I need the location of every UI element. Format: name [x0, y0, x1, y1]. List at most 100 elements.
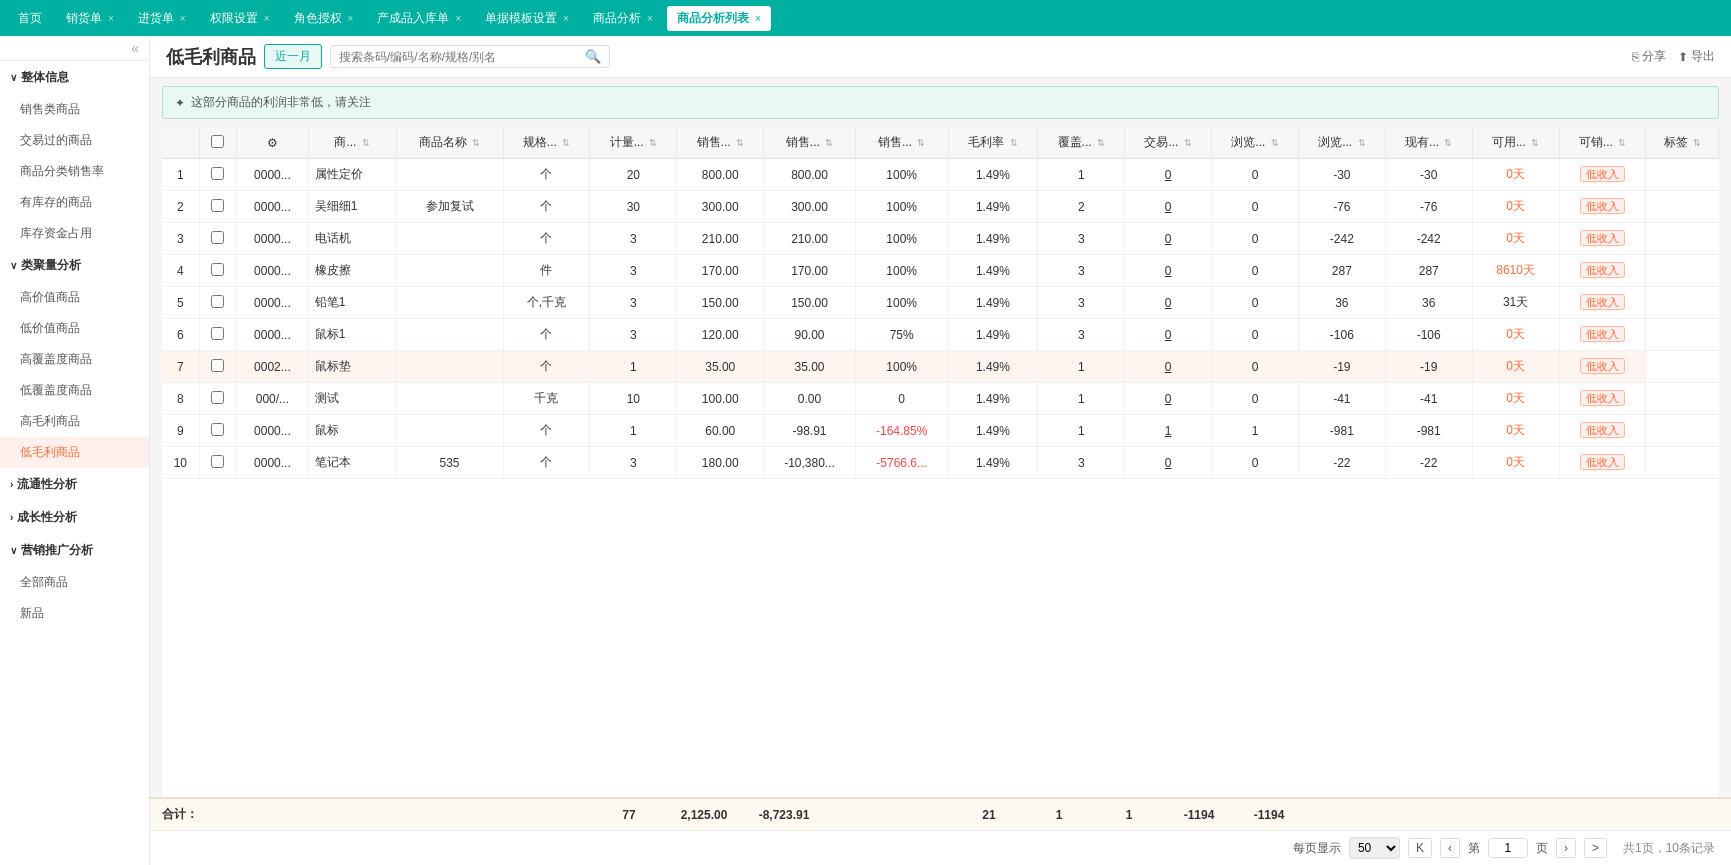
cell-views1[interactable]: 1 [1125, 415, 1212, 447]
cell-check[interactable] [199, 319, 236, 351]
cell-check[interactable] [199, 159, 236, 191]
cell-check[interactable] [199, 447, 236, 479]
nav-template-settings[interactable]: 单据模板设置 × [475, 6, 579, 31]
cell-views1[interactable]: 0 [1125, 255, 1212, 287]
row-checkbox[interactable] [211, 199, 224, 212]
nav-home[interactable]: 首页 [8, 6, 52, 31]
sidebar-collapse-btn[interactable]: « [127, 40, 143, 56]
cell-views1[interactable]: 0 [1125, 319, 1212, 351]
page-input[interactable] [1488, 838, 1528, 858]
sidebar-item-category-sales-rate[interactable]: 商品分类销售率 [0, 156, 149, 187]
sidebar-item-high-value[interactable]: 高价值商品 [0, 282, 149, 313]
close-icon[interactable]: × [180, 13, 186, 24]
select-all-checkbox[interactable] [211, 135, 224, 148]
col-gross-rate[interactable]: 毛利率 ⇅ [948, 127, 1038, 159]
nav-product-analysis-list[interactable]: 商品分析列表 × [667, 6, 771, 31]
export-button[interactable]: ⬆ 导出 [1678, 48, 1715, 65]
share-button[interactable]: ⎘ 分享 [1632, 48, 1666, 65]
sidebar-item-low-margin[interactable]: 低毛利商品 [0, 437, 149, 468]
row-checkbox[interactable] [211, 231, 224, 244]
sidebar-item-low-coverage[interactable]: 低覆盖度商品 [0, 375, 149, 406]
close-icon[interactable]: × [264, 13, 270, 24]
col-coverage[interactable]: 覆盖... ⇅ [1038, 127, 1125, 159]
sidebar-item-stock-products[interactable]: 有库存的商品 [0, 187, 149, 218]
sidebar-group-circulation[interactable]: › 流通性分析 [0, 468, 149, 501]
time-filter-btn[interactable]: 近一月 [264, 44, 322, 69]
cell-views1[interactable]: 0 [1125, 159, 1212, 191]
close-icon[interactable]: × [563, 13, 569, 24]
sidebar-group-overall[interactable]: ∨ 整体信息 [0, 61, 149, 94]
cell-views1[interactable]: 0 [1125, 287, 1212, 319]
nav-purchase[interactable]: 进货单 × [128, 6, 196, 31]
sidebar-group-growth[interactable]: › 成长性分析 [0, 501, 149, 534]
sidebar-item-all-products[interactable]: 全部商品 [0, 567, 149, 598]
cell-check[interactable] [199, 191, 236, 223]
col-sales-price[interactable]: 销售... ⇅ [764, 127, 856, 159]
nav-product-warehouse[interactable]: 产成品入库单 × [367, 6, 471, 31]
next-page-btn[interactable]: > [1584, 838, 1607, 858]
sidebar-item-low-value[interactable]: 低价值商品 [0, 313, 149, 344]
col-code[interactable]: 商... ⇅ [308, 127, 396, 159]
col-unit[interactable]: 计量... ⇅ [590, 127, 677, 159]
row-checkbox[interactable] [211, 263, 224, 276]
col-available[interactable]: 可用... ⇅ [1472, 127, 1559, 159]
search-icon[interactable]: 🔍 [585, 49, 601, 64]
row-checkbox[interactable] [211, 423, 224, 436]
col-check[interactable] [199, 127, 236, 159]
col-tag[interactable]: 标签 ⇅ [1646, 127, 1719, 159]
sidebar-group-marketing[interactable]: ∨ 营销推广分析 [0, 534, 149, 567]
close-icon[interactable]: × [755, 13, 761, 24]
cell-check[interactable] [199, 351, 236, 383]
sidebar-item-high-margin[interactable]: 高毛利商品 [0, 406, 149, 437]
close-icon[interactable]: × [108, 13, 114, 24]
cell-views1[interactable]: 0 [1125, 383, 1212, 415]
col-settings[interactable]: ⚙ [237, 127, 309, 159]
cell-spec [396, 287, 503, 319]
nav-product-analysis[interactable]: 商品分析 × [583, 6, 663, 31]
col-transactions[interactable]: 交易... ⇅ [1125, 127, 1212, 159]
col-sales-count[interactable]: 销售... ⇅ [677, 127, 764, 159]
close-icon[interactable]: × [455, 13, 461, 24]
cell-check[interactable] [199, 223, 236, 255]
sidebar-item-new-products[interactable]: 新品 [0, 598, 149, 629]
col-views1[interactable]: 浏览... ⇅ [1212, 127, 1299, 159]
search-input[interactable] [339, 50, 585, 64]
next-btn[interactable]: › [1556, 838, 1576, 858]
col-name[interactable]: 商品名称 ⇅ [396, 127, 503, 159]
sidebar-item-traded-products[interactable]: 交易过的商品 [0, 125, 149, 156]
cell-spec [396, 319, 503, 351]
col-views2[interactable]: 浏览... ⇅ [1298, 127, 1385, 159]
prev-page-btn[interactable]: K [1408, 838, 1432, 858]
sidebar-group-cluster[interactable]: ∨ 类聚量分析 [0, 249, 149, 282]
cell-check[interactable] [199, 287, 236, 319]
row-checkbox[interactable] [211, 391, 224, 404]
close-icon[interactable]: × [647, 13, 653, 24]
col-sellable[interactable]: 可销... ⇅ [1559, 127, 1646, 159]
col-current-stock[interactable]: 现有... ⇅ [1385, 127, 1472, 159]
cell-views1[interactable]: 0 [1125, 191, 1212, 223]
col-spec[interactable]: 规格... ⇅ [503, 127, 590, 159]
cell-check[interactable] [199, 255, 236, 287]
cell-coverage: 1.49% [948, 191, 1038, 223]
col-sales-profit[interactable]: 销售... ⇅ [855, 127, 948, 159]
row-checkbox[interactable] [211, 359, 224, 372]
footer-transactions: 21 [954, 808, 1024, 822]
nav-role-auth[interactable]: 角色授权 × [284, 6, 364, 31]
sidebar-item-inventory-funds[interactable]: 库存资金占用 [0, 218, 149, 249]
cell-check[interactable] [199, 415, 236, 447]
row-checkbox[interactable] [211, 455, 224, 468]
cell-check[interactable] [199, 383, 236, 415]
row-checkbox[interactable] [211, 295, 224, 308]
prev-btn[interactable]: ‹ [1440, 838, 1460, 858]
cell-views1[interactable]: 0 [1125, 351, 1212, 383]
cell-views1[interactable]: 0 [1125, 223, 1212, 255]
row-checkbox[interactable] [211, 167, 224, 180]
sidebar-item-high-coverage[interactable]: 高覆盖度商品 [0, 344, 149, 375]
row-checkbox[interactable] [211, 327, 224, 340]
per-page-select[interactable]: 50 100 200 [1349, 837, 1400, 859]
nav-sales[interactable]: 销货单 × [56, 6, 124, 31]
sidebar-item-sales-products[interactable]: 销售类商品 [0, 94, 149, 125]
close-icon[interactable]: × [348, 13, 354, 24]
cell-views1[interactable]: 0 [1125, 447, 1212, 479]
nav-permissions[interactable]: 权限设置 × [200, 6, 280, 31]
